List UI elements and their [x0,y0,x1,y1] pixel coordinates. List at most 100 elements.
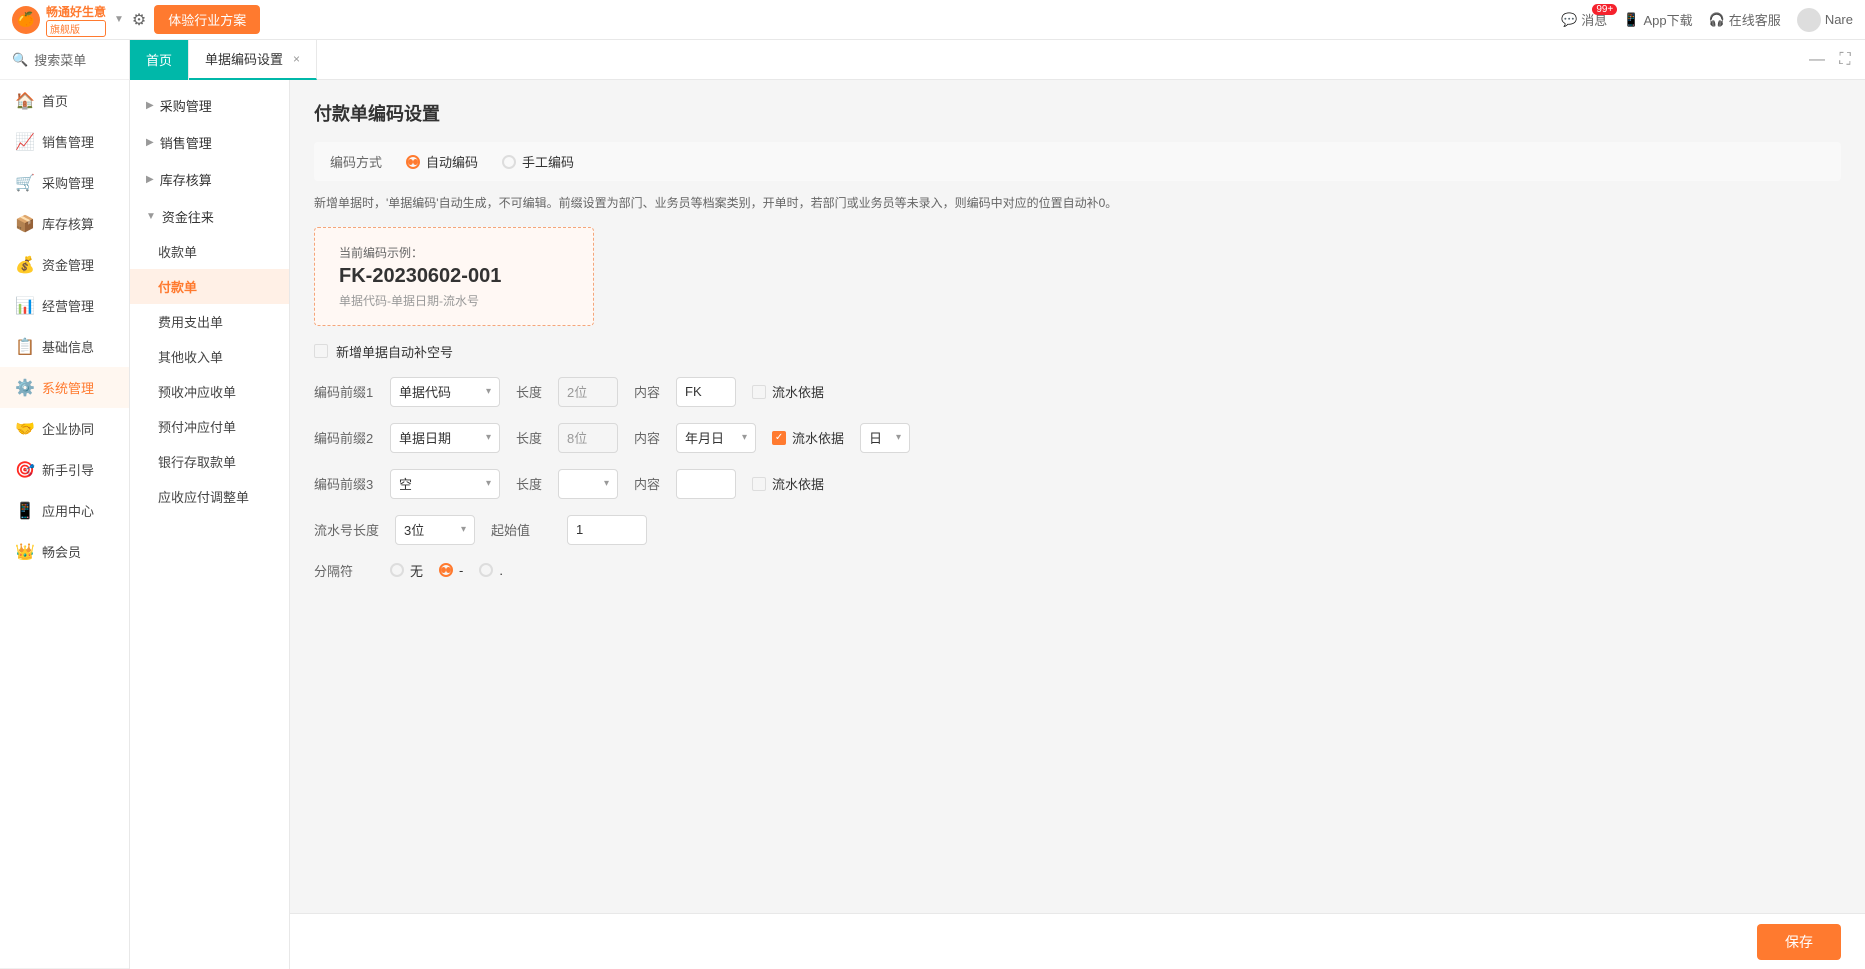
sec-item-prepay-pay[interactable]: 预付冲应付单 [130,409,289,444]
enterprise-icon: 🤝 [16,420,34,438]
prefix2-stream-period-select[interactable]: 日 ▾ [860,423,910,453]
chevron-right-icon2: ▶ [146,137,154,148]
main-column: 付款单编码设置 编码方式 自动编码 手工编码 [290,80,1865,969]
sec-item-other-income[interactable]: 其他收入单 [130,339,289,374]
sec-group-fund: ▼ 资金往来 收款单 付款单 费用支出单 其他收入单 预收冲应收单 预付冲应付单… [130,199,289,514]
sec-group-sales-header[interactable]: ▶ 销售管理 [130,125,289,160]
tab-bar-actions: — ⛶ [1805,48,1865,72]
sidebar-item-basic[interactable]: 📋 基础信息 [0,326,129,367]
prefix3-length-label: 长度 [516,474,542,493]
sidebar-item-inventory[interactable]: 📦 库存核算 [0,203,129,244]
chevron-down-icon8: ▾ [486,478,491,489]
trial-button[interactable]: 体验行业方案 [154,5,260,34]
logo-text: 畅通好生意 旗舰版 [46,3,106,37]
sidebar-item-finance[interactable]: 💰 资金管理 [0,244,129,285]
sidebar-item-purchase[interactable]: 🛒 采购管理 [0,162,129,203]
auto-encoding-option[interactable]: 自动编码 [406,152,478,171]
sec-group-fund-header[interactable]: ▼ 资金往来 [130,199,289,234]
sidebar-nav: 🏠 首页 📈 销售管理 🛒 采购管理 📦 库存核算 💰 资金管理 📊 经 [0,80,129,968]
header-right: 💬 消息 99+ 📱 App下载 🎧 在线客服 Nare [1561,8,1853,32]
serial-start-label: 起始值 [491,520,551,539]
sec-item-bank-deposit[interactable]: 银行存取款单 [130,444,289,479]
chevron-down-icon5: ▾ [486,432,491,443]
header-left: 🍊 畅通好生意 旗舰版 ▼ ⚙ 体验行业方案 [12,3,260,37]
serial-length-label: 流水号长度 [314,520,379,539]
sep-hyphen-radio[interactable] [439,563,453,577]
prefix2-label: 编码前缀2 [314,428,374,447]
content-area: 首页 单据编码设置 × — ⛶ ▶ 采购管理 [130,40,1865,969]
app-download-area[interactable]: 📱 App下载 [1623,10,1692,29]
tab-close-icon[interactable]: × [293,52,300,66]
prefix2-stream-checkbox[interactable]: ✓ [772,431,786,445]
message-icon: 💬 [1561,12,1577,28]
form-row-prefix2: 编码前缀2 单据日期 ▾ 长度 8位 内容 年月日 ▾ [314,423,1841,453]
header-dropdown[interactable]: ▼ [114,14,124,25]
manual-encoding-radio[interactable] [502,155,516,169]
sidebar-item-sales[interactable]: 📈 销售管理 [0,121,129,162]
online-service-icon: 🎧 [1709,12,1725,28]
code-preview-sub: 单据代码-单据日期-流水号 [339,292,569,309]
inventory-icon: 📦 [16,215,34,233]
sec-group-inventory: ▶ 库存核算 [130,162,289,197]
prefix2-length-input: 8位 [558,423,618,453]
sep-dot-option[interactable]: . [479,563,503,578]
tab-maximize-button[interactable]: ⛶ [1833,48,1857,72]
sidebar-item-apps[interactable]: 📱 应用中心 [0,490,129,531]
manual-encoding-option[interactable]: 手工编码 [502,152,574,171]
tab-home[interactable]: 首页 [130,40,189,80]
sep-hyphen-option[interactable]: - [439,563,463,578]
finance-icon: 💰 [16,256,34,274]
sep-dot-radio[interactable] [479,563,493,577]
code-preview-main: FK-20230602-001 [339,265,569,288]
purchase-icon: 🛒 [16,174,34,192]
save-button[interactable]: 保存 [1757,924,1841,960]
serial-start-input[interactable]: 1 [567,515,647,545]
chevron-down-icon7: ▾ [896,432,901,443]
sec-item-prepay-receive[interactable]: 预收冲应收单 [130,374,289,409]
prefix1-stream-check[interactable]: 流水依据 [752,382,824,401]
sec-group-purchase-header[interactable]: ▶ 采购管理 [130,88,289,123]
sidebar-item-enterprise[interactable]: 🤝 企业协同 [0,408,129,449]
prefix1-stream-checkbox[interactable] [752,385,766,399]
settings-icon[interactable]: ⚙ [132,10,146,30]
apps-icon: 📱 [16,502,34,520]
chevron-right-icon: ▶ [146,100,154,111]
search-icon: 🔍 [12,52,28,68]
tab-minimize-button[interactable]: — [1805,48,1829,72]
sidebar-item-guide[interactable]: 🎯 新手引导 [0,449,129,490]
sep-none-option[interactable]: 无 [390,561,423,580]
user-area[interactable]: Nare [1797,8,1853,32]
serial-length-select[interactable]: 3位 ▾ [395,515,475,545]
sec-item-expense[interactable]: 费用支出单 [130,304,289,339]
member-icon: 👑 [16,543,34,561]
prefix3-stream-checkbox[interactable] [752,477,766,491]
sidebar-item-member[interactable]: 👑 畅会员 [0,531,129,572]
prefix3-select[interactable]: 空 ▾ [390,469,500,499]
sep-none-radio[interactable] [390,563,404,577]
auto-fill-row: 新增单据自动补空号 [314,342,1841,361]
auto-encoding-radio[interactable] [406,155,420,169]
sidebar-item-system[interactable]: ⚙️ 系统管理 [0,367,129,408]
prefix3-stream-check[interactable]: 流水依据 [752,474,824,493]
chevron-right-icon3: ▶ [146,174,154,185]
sec-item-receivable-adj[interactable]: 应收应付调整单 [130,479,289,514]
message-area[interactable]: 💬 消息 99+ [1561,10,1607,29]
sec-item-receipt[interactable]: 收款单 [130,234,289,269]
prefix2-content-select[interactable]: 年月日 ▾ [676,423,756,453]
sec-item-payment[interactable]: 付款单 [130,269,289,304]
prefix2-select[interactable]: 单据日期 ▾ [390,423,500,453]
tab-encoding-settings[interactable]: 单据编码设置 × [189,40,317,80]
auto-fill-checkbox[interactable] [314,344,328,358]
prefix2-stream-check[interactable]: ✓ 流水依据 [772,428,844,447]
prefix1-select[interactable]: 单据代码 ▾ [390,377,500,407]
online-service-area[interactable]: 🎧 在线客服 [1709,10,1781,29]
sidebar-item-home[interactable]: 🏠 首页 [0,80,129,121]
system-icon: ⚙️ [16,379,34,397]
prefix3-length-select[interactable]: ▾ [558,469,618,499]
sidebar-search[interactable]: 🔍 搜索菜单 [0,40,129,80]
sec-group-inventory-header[interactable]: ▶ 库存核算 [130,162,289,197]
separator-row: 分隔符 无 - . [314,561,1841,580]
sidebar-item-operations[interactable]: 📊 经营管理 [0,285,129,326]
prefix3-content-label: 内容 [634,474,660,493]
form-row-prefix3: 编码前缀3 空 ▾ 长度 ▾ 内容 [314,469,1841,499]
